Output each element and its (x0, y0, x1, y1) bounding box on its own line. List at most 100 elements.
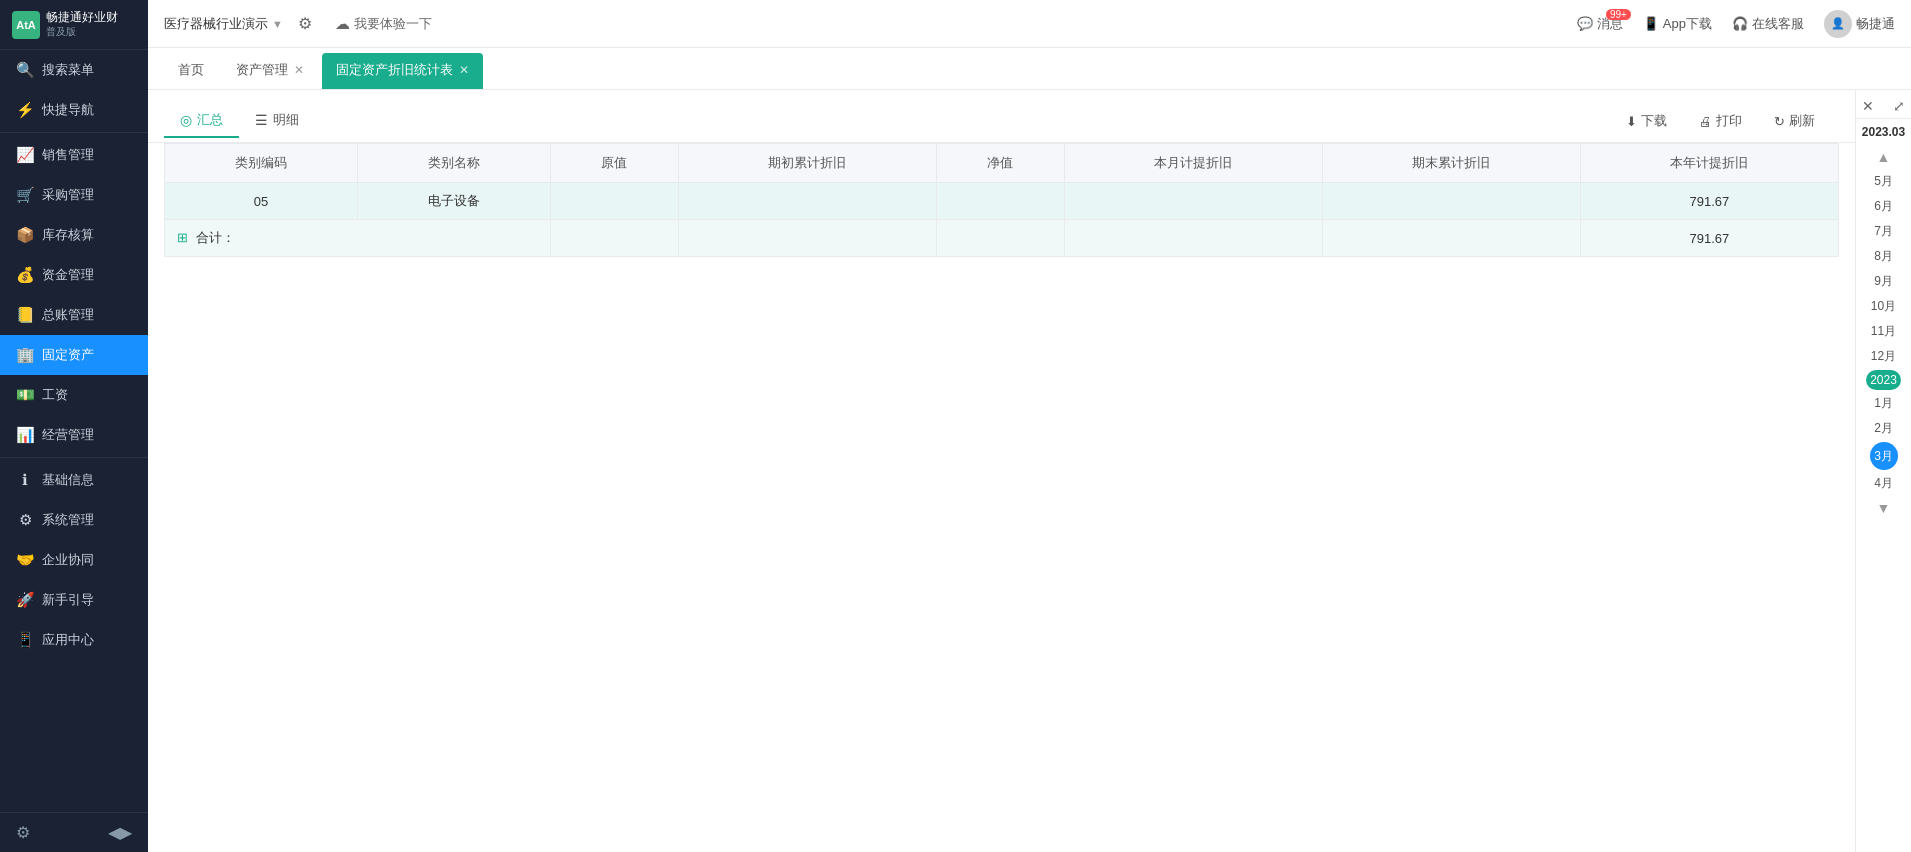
sidebar-item-ledger[interactable]: 📒 总账管理 (0, 295, 148, 335)
col-name: 类别名称 (357, 144, 550, 183)
tab-asset-mgmt[interactable]: 资产管理 ✕ (222, 53, 318, 89)
ledger-icon: 📒 (16, 306, 34, 324)
panel-expand-button[interactable]: ⤢ (1893, 98, 1905, 114)
company-selector[interactable]: 医疗器械行业演示 ▼ (164, 15, 283, 33)
avatar: 👤 (1824, 10, 1852, 38)
tab-fixed-asset-depreciation-label: 固定资产折旧统计表 (336, 61, 453, 79)
experience-icon: ☁ (335, 15, 350, 33)
sidebar: AtA 畅捷通好业财 普及版 🔍 搜索菜单 ⚡ 快捷导航 📈 销售管理 🛒 采购… (0, 0, 148, 852)
sidebar-item-operations[interactable]: 📊 经营管理 (0, 415, 148, 455)
purchase-icon: 🛒 (16, 186, 34, 204)
sidebar-item-basic-info[interactable]: ℹ 基础信息 (0, 460, 148, 500)
sidebar-item-newbie-guide-label: 新手引导 (42, 591, 94, 609)
sidebar-item-system[interactable]: ⚙ 系统管理 (0, 500, 148, 540)
sidebar-item-inventory[interactable]: 📦 库存核算 (0, 215, 148, 255)
sidebar-item-fixed-asset[interactable]: 🏢 固定资产 (0, 335, 148, 375)
col-net-value: 净值 (936, 144, 1064, 183)
company-arrow-icon: ▼ (272, 18, 283, 30)
panel-month-6[interactable]: 6月 (1874, 194, 1893, 219)
col-original-value: 原值 (550, 144, 678, 183)
logo-text: AtA (16, 19, 36, 31)
download-icon: ⬇ (1626, 114, 1637, 129)
refresh-button[interactable]: ↻ 刷新 (1766, 108, 1823, 134)
row-annual-depreciation: 791.67 (1580, 183, 1838, 220)
panel-up-nav[interactable]: ▲ (1873, 145, 1895, 169)
sidebar-item-quick-nav[interactable]: ⚡ 快捷导航 (0, 90, 148, 130)
right-date-panel: ✕ ⤢ 2023.03 ▲ 5月 6月 7月 8月 9月 10月 11月 12月… (1855, 90, 1911, 852)
sidebar-item-newbie-guide[interactable]: 🚀 新手引导 (0, 580, 148, 620)
tab-asset-mgmt-close[interactable]: ✕ (294, 63, 304, 77)
experience-button[interactable]: ☁ 我要体验一下 (335, 15, 432, 33)
sidebar-item-purchase[interactable]: 🛒 采购管理 (0, 175, 148, 215)
settings-button[interactable]: ⚙ (291, 10, 319, 38)
sidebar-item-enterprise-collab[interactable]: 🤝 企业协同 (0, 540, 148, 580)
print-button[interactable]: 🖨 打印 (1691, 108, 1750, 134)
table-row: 05 电子设备 791.67 (165, 183, 1839, 220)
company-name: 医疗器械行业演示 (164, 15, 268, 33)
panel-month-10[interactable]: 10月 (1871, 294, 1896, 319)
tab-home-label: 首页 (178, 61, 204, 79)
subtab-summary[interactable]: ◎ 汇总 (164, 104, 239, 138)
settings-bottom-icon[interactable]: ⚙ (16, 823, 30, 842)
panel-date-header: 2023.03 (1858, 119, 1909, 145)
panel-month-9[interactable]: 9月 (1874, 269, 1893, 294)
app-download-icon: 📱 (1643, 16, 1659, 31)
sidebar-divider-1 (0, 132, 148, 133)
newbie-guide-icon: 🚀 (16, 591, 34, 609)
sidebar-nav: 🔍 搜索菜单 ⚡ 快捷导航 📈 销售管理 🛒 采购管理 📦 库存核算 💰 资金管… (0, 50, 148, 812)
panel-month-2023-2[interactable]: 2月 (1874, 416, 1893, 441)
panel-month-5[interactable]: 5月 (1874, 169, 1893, 194)
refresh-label: 刷新 (1789, 112, 1815, 130)
panel-month-12[interactable]: 12月 (1871, 344, 1896, 369)
funds-icon: 💰 (16, 266, 34, 284)
row-period-end-accumulated-depreciation (1322, 183, 1580, 220)
sidebar-item-operations-label: 经营管理 (42, 426, 94, 444)
total-label: ⊞ 合计： (165, 220, 551, 257)
online-service-label: 在线客服 (1752, 15, 1804, 33)
app-download-label: App下载 (1663, 15, 1712, 33)
online-service-icon: 🎧 (1732, 16, 1748, 31)
sidebar-item-app-center-label: 应用中心 (42, 631, 94, 649)
col-period-end-accumulated-depreciation: 期末累计折旧 (1322, 144, 1580, 183)
sidebar-item-search[interactable]: 🔍 搜索菜单 (0, 50, 148, 90)
tab-fixed-asset-depreciation-close[interactable]: ✕ (459, 63, 469, 77)
panel-month-7[interactable]: 7月 (1874, 219, 1893, 244)
row-initial-accumulated-depreciation (678, 183, 936, 220)
user-action[interactable]: 👤 畅捷通 (1824, 10, 1895, 38)
sidebar-footer: ⚙ ◀▶ (0, 812, 148, 852)
panel-close-button[interactable]: ✕ (1862, 98, 1874, 114)
panel-month-2023-4[interactable]: 4月 (1874, 471, 1893, 496)
panel-month-8[interactable]: 8月 (1874, 244, 1893, 269)
message-action[interactable]: 💬 消息 99+ (1577, 15, 1623, 33)
app-center-icon: 📱 (16, 631, 34, 649)
message-badge: 99+ (1606, 9, 1631, 20)
subtab-summary-label: 汇总 (197, 111, 223, 129)
total-monthly-depreciation (1064, 220, 1322, 257)
app-download-action[interactable]: 📱 App下载 (1643, 15, 1712, 33)
payroll-icon: 💵 (16, 386, 34, 404)
sidebar-item-app-center[interactable]: 📱 应用中心 (0, 620, 148, 660)
sidebar-item-funds[interactable]: 💰 资金管理 (0, 255, 148, 295)
sidebar-item-sales[interactable]: 📈 销售管理 (0, 135, 148, 175)
collapse-icon[interactable]: ◀▶ (108, 823, 132, 842)
sidebar-item-inventory-label: 库存核算 (42, 226, 94, 244)
sidebar-item-quick-nav-label: 快捷导航 (42, 101, 94, 119)
sidebar-item-search-label: 搜索菜单 (42, 61, 94, 79)
content-area: ◎ 汇总 ☰ 明细 ⬇ 下载 🖨 打印 (148, 90, 1911, 852)
download-label: 下载 (1641, 112, 1667, 130)
tab-fixed-asset-depreciation[interactable]: 固定资产折旧统计表 ✕ (322, 53, 483, 89)
panel-month-11[interactable]: 11月 (1871, 319, 1896, 344)
online-service-action[interactable]: 🎧 在线客服 (1732, 15, 1804, 33)
total-period-end-accumulated-depreciation (1322, 220, 1580, 257)
main-area: 医疗器械行业演示 ▼ ⚙ ☁ 我要体验一下 💬 消息 99+ 📱 App下载 🎧… (148, 0, 1911, 852)
panel-down-nav[interactable]: ▼ (1873, 496, 1895, 520)
system-icon: ⚙ (16, 511, 34, 529)
panel-year-2023[interactable]: 2023 (1866, 370, 1901, 390)
panel-month-2023-1[interactable]: 1月 (1874, 391, 1893, 416)
panel-month-2023-3[interactable]: 3月 (1870, 442, 1898, 470)
subtab-detail[interactable]: ☰ 明细 (239, 104, 315, 138)
tab-home[interactable]: 首页 (164, 53, 218, 89)
total-net-value (936, 220, 1064, 257)
sidebar-item-payroll[interactable]: 💵 工资 (0, 375, 148, 415)
download-button[interactable]: ⬇ 下载 (1618, 108, 1675, 134)
